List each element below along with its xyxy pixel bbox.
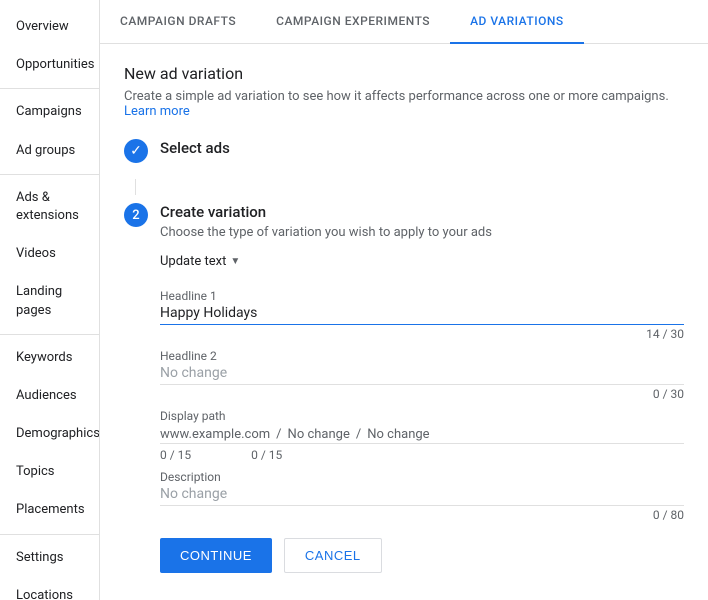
- headline2-counter: 0 / 30: [160, 387, 684, 401]
- continue-button[interactable]: CONTINUE: [160, 538, 272, 573]
- step-2-content: Create variation Choose the type of vari…: [160, 203, 684, 573]
- description-counter: 0 / 80: [160, 508, 684, 522]
- headline1-value[interactable]: Happy Holidays: [160, 305, 684, 323]
- sidebar-item-locations[interactable]: Locations: [0, 577, 99, 600]
- display-path-underline: [160, 443, 684, 444]
- tabs-bar: Campaign Drafts Campaign Experiments Ad …: [100, 0, 708, 44]
- headline2-underline: [160, 384, 684, 385]
- dropdown-label: Update text: [160, 254, 226, 269]
- sidebar-divider-1: [0, 88, 99, 89]
- learn-more-link[interactable]: Learn more: [124, 104, 190, 119]
- path-separator-1: /: [276, 427, 281, 442]
- display-path-counter2: 0 / 15: [251, 448, 282, 462]
- step-2-subtitle: Choose the type of variation you wish to…: [160, 225, 684, 240]
- cancel-button[interactable]: CANCEL: [284, 538, 382, 573]
- sidebar-item-topics[interactable]: Topics: [0, 453, 99, 491]
- description-group: Description No change 0 / 80: [160, 470, 684, 522]
- sidebar-item-videos[interactable]: Videos: [0, 235, 99, 273]
- headline1-underline: [160, 324, 684, 325]
- content-area: New ad variation Create a simple ad vari…: [100, 44, 708, 600]
- sidebar-item-adgroups[interactable]: Ad groups: [0, 132, 99, 170]
- tab-campaign-drafts[interactable]: Campaign Drafts: [100, 0, 256, 44]
- tab-ad-variations[interactable]: Ad Variations: [450, 0, 584, 44]
- step-connector: [135, 179, 136, 195]
- path-separator-2: /: [356, 427, 361, 442]
- description-underline: [160, 505, 684, 506]
- display-path-counters: 0 / 15 0 / 15: [160, 446, 684, 462]
- tab-campaign-experiments[interactable]: Campaign Experiments: [256, 0, 450, 44]
- sidebar-divider-2: [0, 174, 99, 175]
- sidebar-item-demographics[interactable]: Demographics: [0, 415, 99, 453]
- page-title: New ad variation: [124, 64, 684, 83]
- step-1-title: Select ads: [160, 139, 684, 157]
- headline1-group: Headline 1 Happy Holidays 14 / 30: [160, 289, 684, 341]
- headline1-counter: 14 / 30: [160, 327, 684, 341]
- step-2-number: 2: [132, 208, 139, 223]
- headline1-label: Headline 1: [160, 289, 684, 303]
- display-path-group: Display path www.example.com / No change…: [160, 409, 684, 462]
- page-description: Create a simple ad variation to see how …: [124, 89, 684, 119]
- display-path-2[interactable]: No change: [367, 427, 429, 442]
- sidebar-item-opportunities[interactable]: Opportunities: [0, 46, 99, 84]
- main-panel: Campaign Drafts Campaign Experiments Ad …: [100, 0, 708, 600]
- step-2-icon: 2: [124, 203, 148, 227]
- sidebar-divider-3: [0, 334, 99, 335]
- display-path-row: www.example.com / No change / No change: [160, 427, 684, 442]
- sidebar: Overview Opportunities Campaigns Ad grou…: [0, 0, 100, 600]
- sidebar-item-ads-extensions[interactable]: Ads & extensions: [0, 179, 99, 235]
- description-value[interactable]: No change: [160, 486, 684, 504]
- step-1-content: Select ads: [160, 139, 684, 161]
- headline2-group: Headline 2 No change 0 / 30: [160, 349, 684, 401]
- action-buttons: CONTINUE CANCEL: [160, 538, 684, 573]
- sidebar-item-placements[interactable]: Placements: [0, 491, 99, 529]
- sidebar-item-settings[interactable]: Settings: [0, 539, 99, 577]
- sidebar-divider-4: [0, 534, 99, 535]
- step-2-title: Create variation: [160, 203, 684, 221]
- variation-type-dropdown[interactable]: Update text ▼: [160, 250, 240, 273]
- checkmark-icon: ✓: [130, 143, 142, 159]
- display-path-base: www.example.com: [160, 427, 270, 442]
- step-2: 2 Create variation Choose the type of va…: [124, 203, 684, 573]
- display-path-1[interactable]: No change: [288, 427, 350, 442]
- chevron-down-icon: ▼: [230, 256, 240, 267]
- display-path-counter1: 0 / 15: [160, 448, 191, 462]
- step-1: ✓ Select ads: [124, 139, 684, 163]
- sidebar-item-landing-pages[interactable]: Landing pages: [0, 273, 99, 329]
- sidebar-item-keywords[interactable]: Keywords: [0, 339, 99, 377]
- sidebar-item-audiences[interactable]: Audiences: [0, 377, 99, 415]
- headline2-label: Headline 2: [160, 349, 684, 363]
- headline2-value[interactable]: No change: [160, 365, 684, 383]
- sidebar-item-overview[interactable]: Overview: [0, 8, 99, 46]
- step-1-icon: ✓: [124, 139, 148, 163]
- display-path-label: Display path: [160, 409, 684, 423]
- sidebar-item-campaigns[interactable]: Campaigns: [0, 93, 99, 131]
- description-label: Description: [160, 470, 684, 484]
